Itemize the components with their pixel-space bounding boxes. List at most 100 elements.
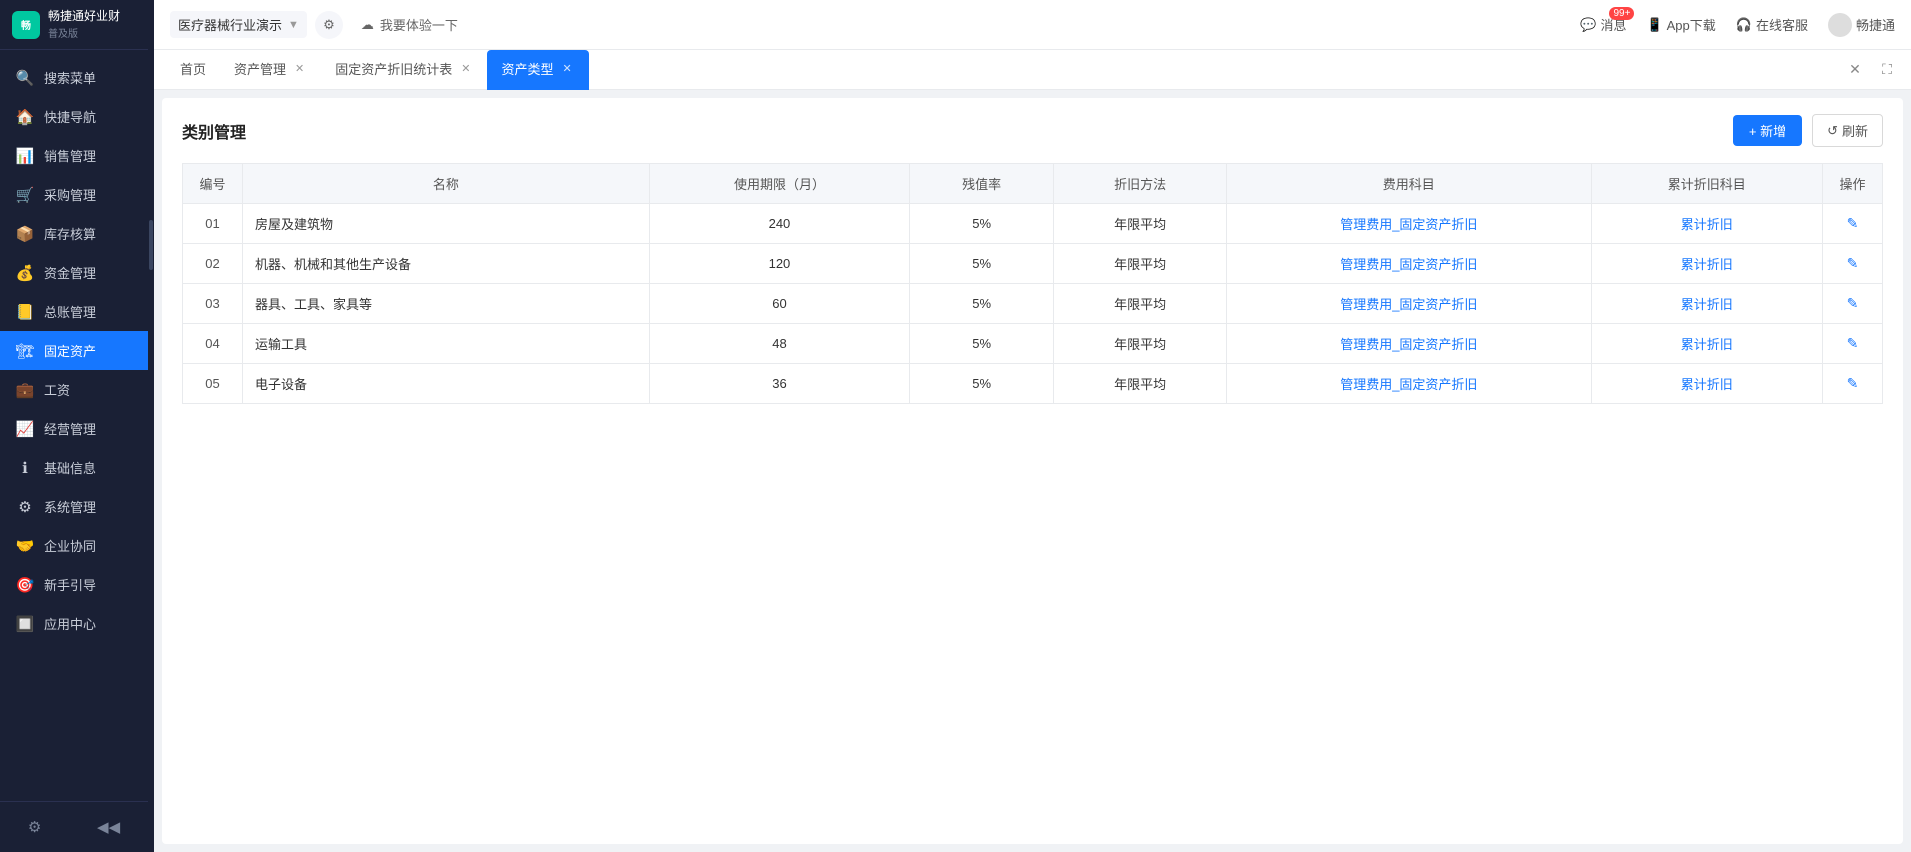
- link-2-5[interactable]: 管理费用_固定资产折旧: [1340, 297, 1477, 312]
- col-header-2: 使用期限（月）: [649, 164, 910, 204]
- tab-close-depreciation[interactable]: ✕: [458, 61, 473, 76]
- edit-icon-3[interactable]: ✎: [1847, 335, 1859, 351]
- topbar-left: 医疗器械行业演示 ▼ ⚙ ☁ 我要体验一下: [170, 11, 468, 39]
- tab-label-depreciation: 固定资产折旧统计表: [335, 59, 452, 78]
- edit-icon-2[interactable]: ✎: [1847, 295, 1859, 311]
- trial-btn[interactable]: ☁ 我要体验一下: [351, 11, 468, 38]
- company-selector[interactable]: 医疗器械行业演示 ▼: [170, 11, 307, 38]
- link-0-5[interactable]: 管理费用_固定资产折旧: [1340, 217, 1477, 232]
- table-row: 04运输工具485%年限平均管理费用_固定资产折旧累计折旧✎: [183, 324, 1883, 364]
- link-3-5[interactable]: 管理费用_固定资产折旧: [1340, 337, 1477, 352]
- app-download-btn[interactable]: 📱 App下载: [1646, 15, 1715, 34]
- messages-btn[interactable]: 💬 消息 99+: [1580, 15, 1626, 34]
- link-0-6[interactable]: 累计折旧: [1681, 217, 1733, 232]
- user-avatar-icon: [1828, 13, 1852, 37]
- sidebar-collapse-btn[interactable]: ◀◀: [87, 812, 130, 842]
- user-label: 畅捷通: [1856, 15, 1895, 34]
- edit-icon-1[interactable]: ✎: [1847, 255, 1859, 271]
- expand-btn[interactable]: ⛶: [1875, 58, 1899, 82]
- new-button[interactable]: + 新增: [1733, 115, 1802, 146]
- refresh-button[interactable]: ↺ 刷新: [1812, 114, 1883, 147]
- nav-label-fixed-assets: 固定资产: [44, 341, 96, 360]
- cell-3-0: 04: [183, 324, 243, 364]
- tab-asset-type[interactable]: 资产类型✕: [487, 50, 588, 90]
- edit-icon-0[interactable]: ✎: [1847, 215, 1859, 231]
- cell-0-6: 累计折旧: [1591, 204, 1822, 244]
- nav-label-ledger: 总账管理: [44, 302, 96, 321]
- link-2-6[interactable]: 累计折旧: [1681, 297, 1733, 312]
- tab-close-asset-type[interactable]: ✕: [560, 61, 575, 76]
- sidebar-item-fixed-assets[interactable]: 🏗 固定资产: [0, 331, 148, 370]
- nav-label-operations: 经营管理: [44, 419, 96, 438]
- cell-1-7[interactable]: ✎: [1823, 244, 1883, 284]
- sidebar-item-basic-info[interactable]: ℹ 基础信息: [0, 448, 148, 487]
- sidebar-scrollbar: [148, 0, 154, 852]
- cell-0-7[interactable]: ✎: [1823, 204, 1883, 244]
- col-header-6: 累计折旧科目: [1591, 164, 1822, 204]
- cell-2-2: 60: [649, 284, 910, 324]
- sidebar-item-search[interactable]: 🔍 搜索菜单: [0, 58, 148, 97]
- nav-icon-ledger: 📒: [16, 303, 34, 321]
- cell-2-5: 管理费用_固定资产折旧: [1227, 284, 1591, 324]
- nav-label-system: 系统管理: [44, 497, 96, 516]
- close-tab-btn[interactable]: ✕: [1843, 58, 1867, 82]
- tabbar-controls: ✕ ⛶: [1843, 58, 1899, 82]
- topbar-settings-btn[interactable]: ⚙: [315, 11, 343, 39]
- col-header-0: 编号: [183, 164, 243, 204]
- tab-home[interactable]: 首页: [166, 50, 220, 90]
- col-header-7: 操作: [1823, 164, 1883, 204]
- sidebar-settings-btn[interactable]: ⚙: [18, 812, 51, 842]
- tab-close-asset-mgmt[interactable]: ✕: [292, 61, 307, 76]
- customer-service-btn[interactable]: 🎧 在线客服: [1736, 15, 1808, 34]
- table-body: 01房屋及建筑物2405%年限平均管理费用_固定资产折旧累计折旧✎02机器、机械…: [183, 204, 1883, 404]
- sidebar-item-cooperation[interactable]: 🤝 企业协同: [0, 526, 148, 565]
- edit-icon-4[interactable]: ✎: [1847, 375, 1859, 391]
- app-subtitle: 普及版: [48, 25, 120, 40]
- sidebar-item-capital[interactable]: 💰 资金管理: [0, 253, 148, 292]
- sidebar-item-system[interactable]: ⚙ 系统管理: [0, 487, 148, 526]
- cell-3-3: 5%: [910, 324, 1054, 364]
- company-name: 医疗器械行业演示: [178, 15, 282, 34]
- sidebar-item-guide[interactable]: 🎯 新手引导: [0, 565, 148, 604]
- trial-cloud-icon: ☁: [361, 17, 374, 33]
- link-4-5[interactable]: 管理费用_固定资产折旧: [1340, 377, 1477, 392]
- sidebar-item-payroll[interactable]: 💼 工资: [0, 370, 148, 409]
- cell-1-3: 5%: [910, 244, 1054, 284]
- cell-1-2: 120: [649, 244, 910, 284]
- tab-depreciation[interactable]: 固定资产折旧统计表 ✕: [321, 50, 487, 90]
- customer-service-icon: 🎧: [1736, 17, 1752, 33]
- user-btn[interactable]: 畅捷通: [1828, 13, 1895, 37]
- sidebar-item-ledger[interactable]: 📒 总账管理: [0, 292, 148, 331]
- topbar: 医疗器械行业演示 ▼ ⚙ ☁ 我要体验一下 💬 消息 99+ 📱 App下载: [154, 0, 1911, 50]
- tab-label-home: 首页: [180, 59, 206, 78]
- sidebar-item-quick-nav[interactable]: 🏠 快捷导航: [0, 97, 148, 136]
- sidebar-item-app-center[interactable]: 🔲 应用中心: [0, 604, 148, 643]
- link-3-6[interactable]: 累计折旧: [1681, 337, 1733, 352]
- cell-0-0: 01: [183, 204, 243, 244]
- cell-4-7[interactable]: ✎: [1823, 364, 1883, 404]
- cell-4-1: 电子设备: [243, 364, 650, 404]
- nav-label-capital: 资金管理: [44, 263, 96, 282]
- cell-2-0: 03: [183, 284, 243, 324]
- link-1-5[interactable]: 管理费用_固定资产折旧: [1340, 257, 1477, 272]
- col-header-5: 费用科目: [1227, 164, 1591, 204]
- category-table: 编号名称使用期限（月）残值率折旧方法费用科目累计折旧科目操作 01房屋及建筑物2…: [182, 163, 1883, 404]
- cell-2-7[interactable]: ✎: [1823, 284, 1883, 324]
- col-header-3: 残值率: [910, 164, 1054, 204]
- cell-4-0: 05: [183, 364, 243, 404]
- sidebar-item-inventory[interactable]: 📦 库存核算: [0, 214, 148, 253]
- sidebar-item-sales[interactable]: 📊 销售管理: [0, 136, 148, 175]
- table-row: 05电子设备365%年限平均管理费用_固定资产折旧累计折旧✎: [183, 364, 1883, 404]
- cell-1-1: 机器、机械和其他生产设备: [243, 244, 650, 284]
- col-header-1: 名称: [243, 164, 650, 204]
- link-1-6[interactable]: 累计折旧: [1681, 257, 1733, 272]
- tab-asset-mgmt[interactable]: 资产管理✕: [220, 50, 321, 90]
- sidebar-item-operations[interactable]: 📈 经营管理: [0, 409, 148, 448]
- nav-icon-guide: 🎯: [16, 576, 34, 594]
- messages-badge: 99+: [1609, 7, 1634, 20]
- sidebar-header: 畅 畅捷通好业财 普及版: [0, 0, 148, 50]
- cell-3-7[interactable]: ✎: [1823, 324, 1883, 364]
- sidebar-item-purchase[interactable]: 🛒 采购管理: [0, 175, 148, 214]
- nav-icon-basic-info: ℹ: [16, 459, 34, 477]
- link-4-6[interactable]: 累计折旧: [1681, 377, 1733, 392]
